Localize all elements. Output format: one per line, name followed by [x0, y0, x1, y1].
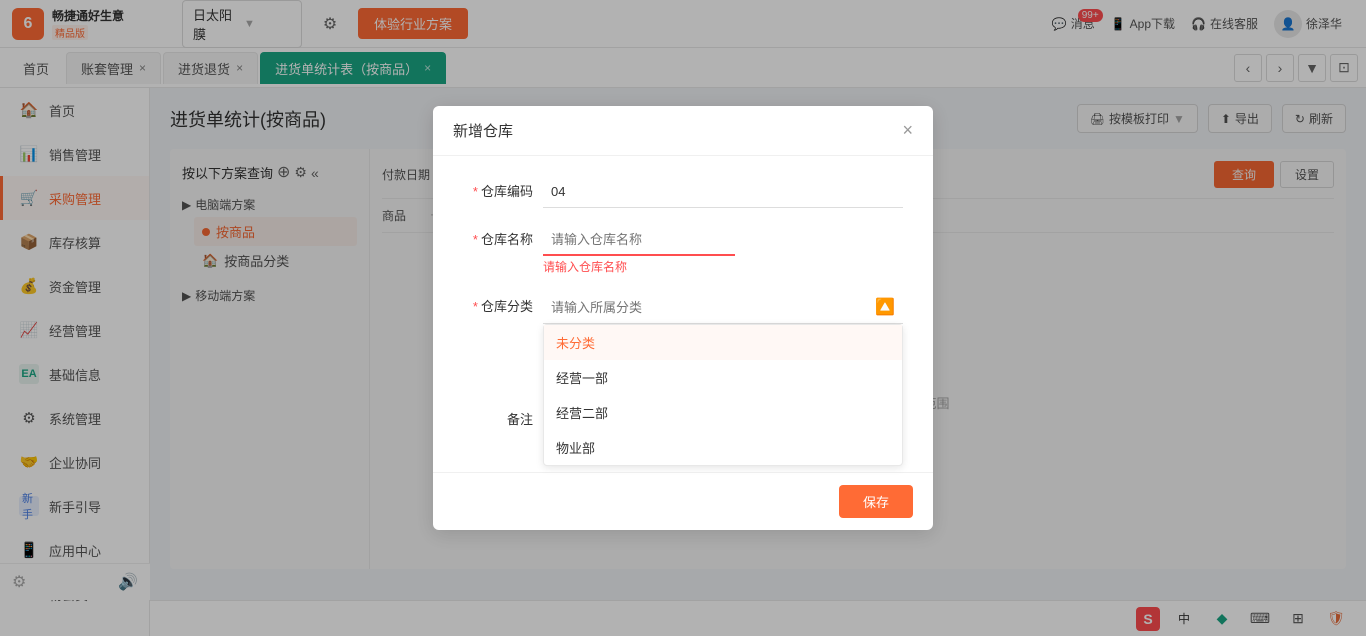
modal-header: 新增仓库 × — [433, 106, 933, 156]
category-dropdown-toggle[interactable]: 🔼 — [867, 297, 903, 317]
modal-footer: 保存 — [433, 472, 933, 530]
dropdown-item-property[interactable]: 物业部 — [544, 430, 902, 465]
warehouse-category-input[interactable] — [543, 291, 867, 323]
category-input-wrapper: 🔼 — [543, 291, 903, 324]
warehouse-name-field: 请输入仓库名称 — [543, 224, 735, 275]
warehouse-category-label: 仓库分类 — [463, 291, 543, 323]
warehouse-name-input[interactable] — [543, 224, 735, 256]
warehouse-code-field — [543, 176, 903, 208]
warehouse-name-row: 仓库名称 请输入仓库名称 — [463, 224, 903, 275]
warehouse-code-row: 仓库编码 — [463, 176, 903, 208]
modal-body: 仓库编码 仓库名称 请输入仓库名称 仓库分类 — [433, 156, 933, 472]
modal-overlay[interactable]: 新增仓库 × 仓库编码 仓库名称 请输入仓库名称 — [0, 0, 1366, 636]
dropdown-item-dept2[interactable]: 经营二部 — [544, 395, 902, 430]
warehouse-name-label: 仓库名称 — [463, 224, 543, 256]
add-warehouse-modal: 新增仓库 × 仓库编码 仓库名称 请输入仓库名称 — [433, 106, 933, 530]
dropdown-item-uncategorized[interactable]: 未分类 — [544, 325, 902, 360]
category-dropdown-menu: 未分类 经营一部 经营二部 物业部 — [543, 324, 903, 466]
warehouse-code-input[interactable] — [543, 176, 903, 208]
modal-close-btn[interactable]: × — [902, 120, 913, 141]
dropdown-item-dept1[interactable]: 经营一部 — [544, 360, 902, 395]
modal-title: 新增仓库 — [453, 120, 513, 141]
warehouse-code-label: 仓库编码 — [463, 176, 543, 208]
warehouse-category-row: 仓库分类 🔼 未分类 经营一部 经营二部 物业部 — [463, 291, 903, 324]
warehouse-category-field: 🔼 未分类 经营一部 经营二部 物业部 — [543, 291, 903, 324]
modal-save-btn[interactable]: 保存 — [839, 485, 913, 518]
warehouse-name-error: 请输入仓库名称 — [543, 258, 735, 275]
remark-label: 备注 — [463, 404, 543, 436]
